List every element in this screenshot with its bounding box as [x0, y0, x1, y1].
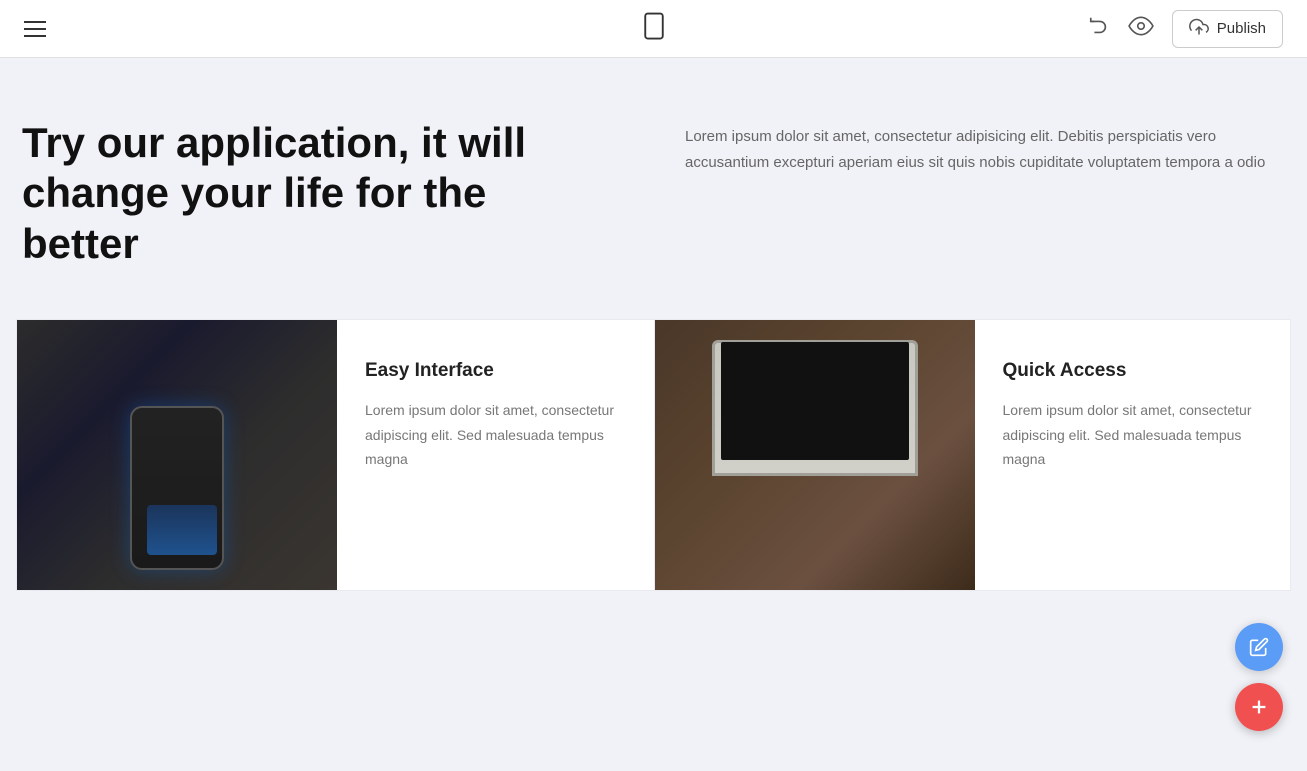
card-text-1: Lorem ipsum dolor sit amet, consectetur … [365, 398, 626, 472]
topbar-left [24, 21, 46, 37]
preview-icon[interactable] [1128, 13, 1154, 44]
card-image-phone [17, 320, 337, 590]
card-text-2: Lorem ipsum dolor sit amet, consectetur … [1003, 398, 1263, 472]
cards-section: Easy Interface Lorem ipsum dolor sit ame… [16, 319, 1291, 591]
card-image-laptop [655, 320, 975, 590]
card-body-2: Quick Access Lorem ipsum dolor sit amet,… [975, 320, 1291, 590]
card-body-1: Easy Interface Lorem ipsum dolor sit ame… [337, 320, 654, 590]
phone-image-placeholder [17, 320, 337, 590]
hero-section: Try our application, it will change your… [16, 118, 1291, 269]
publish-button[interactable]: Publish [1172, 10, 1283, 48]
mobile-preview-icon[interactable] [639, 11, 669, 46]
topbar: Publish [0, 0, 1307, 58]
upload-icon [1189, 17, 1209, 41]
laptop-image-placeholder [655, 320, 975, 590]
publish-label: Publish [1217, 20, 1266, 37]
card-title-1: Easy Interface [365, 360, 626, 382]
card-easy-interface: Easy Interface Lorem ipsum dolor sit ame… [16, 319, 654, 591]
card-quick-access: Quick Access Lorem ipsum dolor sit amet,… [654, 319, 1292, 591]
topbar-right: Publish [1088, 10, 1283, 48]
fab-add-button[interactable] [1235, 683, 1283, 731]
hero-title: Try our application, it will change your… [22, 118, 572, 269]
hero-description: Lorem ipsum dolor sit amet, consectetur … [685, 118, 1285, 175]
menu-icon[interactable] [24, 21, 46, 37]
fab-edit-button[interactable] [1235, 623, 1283, 671]
undo-icon[interactable] [1088, 15, 1110, 42]
card-title-2: Quick Access [1003, 360, 1263, 382]
topbar-center [639, 11, 669, 46]
page-content: Try our application, it will change your… [0, 58, 1307, 771]
